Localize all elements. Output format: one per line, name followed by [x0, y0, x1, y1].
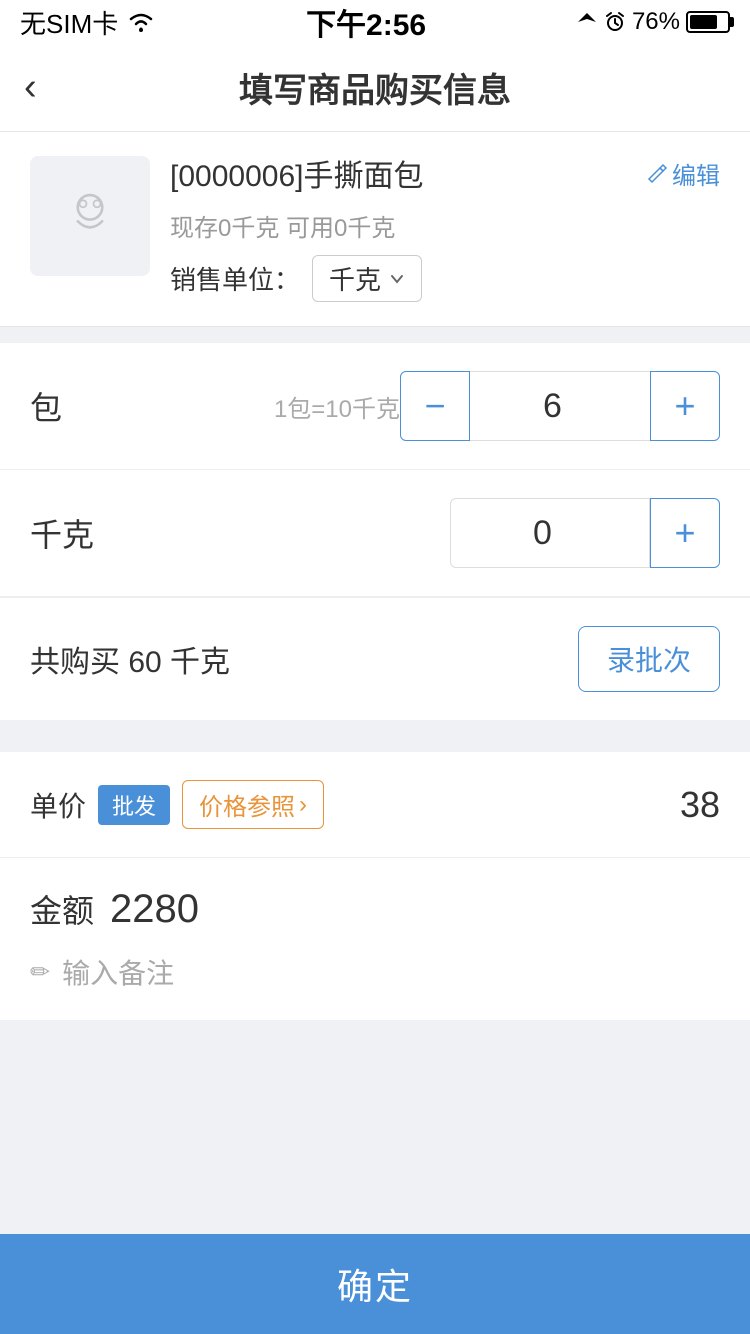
- amount-row: 金额 2280: [30, 886, 720, 932]
- product-info: [0000006]手撕面包 编辑 现存0千克 可用0千克 销售单位： 千克: [170, 156, 720, 302]
- amount-label: 金额: [30, 886, 94, 932]
- batch-button[interactable]: 录批次: [578, 626, 720, 692]
- package-sublabel: 1包=10千克: [274, 389, 400, 424]
- price-section: 单价 批发 价格参照 › 38: [0, 752, 750, 858]
- package-input[interactable]: [470, 371, 650, 441]
- price-ref-button[interactable]: 价格参照 ›: [182, 780, 324, 829]
- alarm-icon: [604, 11, 626, 33]
- kg-plus-button[interactable]: +: [650, 498, 720, 568]
- price-row: 单价 批发 价格参照 › 38: [0, 752, 750, 858]
- edit-button[interactable]: 编辑: [646, 156, 720, 191]
- main-content: [0000006]手撕面包 编辑 现存0千克 可用0千克 销售单位： 千克: [0, 132, 750, 1120]
- price-ref-label: 价格参照: [199, 787, 295, 822]
- confirm-button[interactable]: 确定: [0, 1234, 750, 1334]
- package-label: 包: [30, 383, 266, 429]
- status-bar: 无SIM卡 下午2:56 76%: [0, 0, 750, 44]
- package-stepper: − +: [400, 371, 720, 441]
- location-icon: [576, 11, 598, 33]
- confirm-label: 确定: [337, 1258, 413, 1310]
- package-minus-button[interactable]: −: [400, 371, 470, 441]
- note-row[interactable]: ✏ 输入备注: [30, 952, 720, 992]
- chevron-down-icon: [389, 271, 405, 287]
- wifi-icon: [126, 11, 156, 33]
- separator-2: [0, 720, 750, 736]
- back-button[interactable]: ‹: [24, 66, 37, 109]
- product-unit-label: 销售单位：: [170, 260, 300, 297]
- amount-value: 2280: [110, 887, 199, 932]
- status-time: 下午2:56: [306, 0, 426, 44]
- total-text: 共购买 60 千克: [30, 637, 230, 681]
- price-tag: 批发: [98, 785, 170, 825]
- battery-fill: [690, 15, 717, 29]
- amount-section: 金额 2280 ✏ 输入备注: [0, 858, 750, 1020]
- nav-bar: ‹ 填写商品购买信息: [0, 44, 750, 132]
- kg-input[interactable]: [450, 498, 650, 568]
- note-icon: ✏: [30, 958, 50, 987]
- battery-percent: 76%: [632, 8, 680, 36]
- package-row: 包 1包=10千克 − +: [0, 343, 750, 470]
- package-label-group: 包 1包=10千克: [30, 383, 400, 429]
- edit-icon: [646, 163, 668, 185]
- price-ref-icon: ›: [299, 791, 307, 819]
- product-unit-row: 销售单位： 千克: [170, 255, 720, 302]
- kg-label: 千克: [30, 510, 450, 556]
- separator-1: [0, 327, 750, 343]
- kg-row: 千克 +: [0, 470, 750, 597]
- package-plus-button[interactable]: +: [650, 371, 720, 441]
- product-stock: 现存0千克 可用0千克: [170, 208, 720, 243]
- product-placeholder-icon: [55, 181, 125, 251]
- kg-stepper: +: [450, 498, 720, 568]
- status-right: 76%: [576, 8, 730, 36]
- product-top-row: [0000006]手撕面包 编辑: [170, 156, 720, 198]
- total-row: 共购买 60 千克 录批次: [0, 597, 750, 720]
- status-left: 无SIM卡: [20, 4, 156, 41]
- page-title: 填写商品购买信息: [239, 63, 511, 112]
- package-section: 包 1包=10千克 − + 千克 + 共购买 60 千克 录批次: [0, 343, 750, 720]
- product-card: [0000006]手撕面包 编辑 现存0千克 可用0千克 销售单位： 千克: [0, 132, 750, 327]
- price-label: 单价: [30, 785, 86, 825]
- carrier-text: 无SIM卡: [20, 4, 118, 41]
- battery-icon: [686, 11, 730, 33]
- note-placeholder[interactable]: 输入备注: [62, 952, 174, 992]
- unit-dropdown[interactable]: 千克: [312, 255, 422, 302]
- product-name: [0000006]手撕面包: [170, 156, 423, 198]
- product-image: [30, 156, 150, 276]
- price-value: 38: [324, 784, 720, 826]
